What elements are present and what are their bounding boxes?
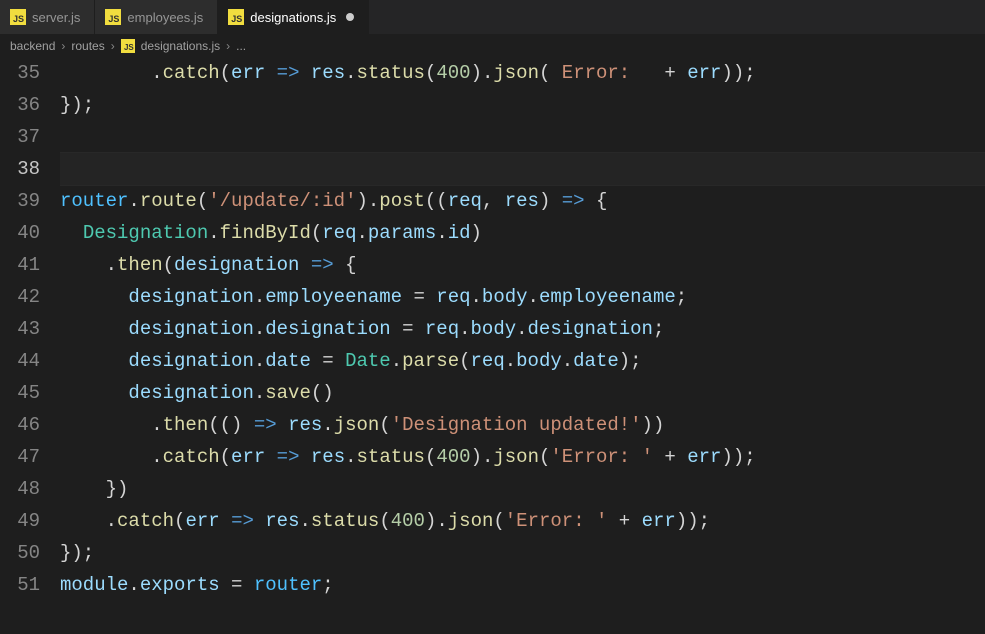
js-file-icon: JS <box>228 9 244 25</box>
code-line[interactable]: }) <box>60 473 985 505</box>
line-number: 39 <box>0 185 40 217</box>
line-number: 43 <box>0 313 40 345</box>
code-line[interactable]: .then(() => res.json('Designation update… <box>60 409 985 441</box>
line-number: 49 <box>0 505 40 537</box>
modified-indicator-icon <box>346 13 354 21</box>
line-number: 50 <box>0 537 40 569</box>
code-line[interactable] <box>60 121 985 153</box>
code-line[interactable]: }); <box>60 537 985 569</box>
tab-server-js[interactable]: JS server.js <box>0 0 95 34</box>
js-file-icon: JS <box>105 9 121 25</box>
line-number: 35 <box>0 57 40 89</box>
line-number: 51 <box>0 569 40 601</box>
code-line[interactable]: designation.date = Date.parse(req.body.d… <box>60 345 985 377</box>
code-line[interactable]: designation.employeename = req.body.empl… <box>60 281 985 313</box>
code-editor[interactable]: 3536373839404142434445464748495051 .catc… <box>0 57 985 634</box>
code-line[interactable]: Designation.findById(req.params.id) <box>60 217 985 249</box>
code-line[interactable]: .then(designation => { <box>60 249 985 281</box>
code-line[interactable]: designation.designation = req.body.desig… <box>60 313 985 345</box>
chevron-right-icon: › <box>226 39 230 53</box>
line-number: 37 <box>0 121 40 153</box>
tab-employees-js[interactable]: JS employees.js <box>95 0 218 34</box>
chevron-right-icon: › <box>111 39 115 53</box>
tab-label: employees.js <box>127 10 203 25</box>
code-content[interactable]: .catch(err => res.status(400).json( Erro… <box>60 57 985 634</box>
line-number: 38 <box>0 153 40 185</box>
chevron-right-icon: › <box>61 39 65 53</box>
breadcrumb-part[interactable]: routes <box>71 39 104 53</box>
line-number: 44 <box>0 345 40 377</box>
line-number: 42 <box>0 281 40 313</box>
line-number: 41 <box>0 249 40 281</box>
js-file-icon: JS <box>10 9 26 25</box>
breadcrumb[interactable]: backend › routes › JS designations.js › … <box>0 35 985 57</box>
line-number: 46 <box>0 409 40 441</box>
breadcrumb-file[interactable]: designations.js <box>141 39 220 53</box>
line-number: 48 <box>0 473 40 505</box>
js-file-icon: JS <box>121 39 135 53</box>
code-line[interactable]: }); <box>60 89 985 121</box>
code-line[interactable]: .catch(err => res.status(400).json('Erro… <box>60 441 985 473</box>
line-number: 40 <box>0 217 40 249</box>
line-number: 36 <box>0 89 40 121</box>
code-line[interactable]: router.route('/update/:id').post((req, r… <box>60 185 985 217</box>
code-line[interactable]: .catch(err => res.status(400).json( Erro… <box>60 57 985 89</box>
line-number-gutter: 3536373839404142434445464748495051 <box>0 57 60 634</box>
code-line[interactable]: .catch(err => res.status(400).json('Erro… <box>60 505 985 537</box>
tab-designations-js[interactable]: JS designations.js <box>218 0 369 34</box>
breadcrumb-tail[interactable]: ... <box>236 39 246 53</box>
breadcrumb-part[interactable]: backend <box>10 39 55 53</box>
code-line[interactable] <box>60 153 985 185</box>
line-number: 45 <box>0 377 40 409</box>
tab-label: designations.js <box>250 10 336 25</box>
code-line[interactable]: module.exports = router; <box>60 569 985 601</box>
code-line[interactable]: designation.save() <box>60 377 985 409</box>
tab-bar: JS server.js JS employees.js JS designations.… <box>0 0 985 35</box>
tab-label: server.js <box>32 10 80 25</box>
line-number: 47 <box>0 441 40 473</box>
